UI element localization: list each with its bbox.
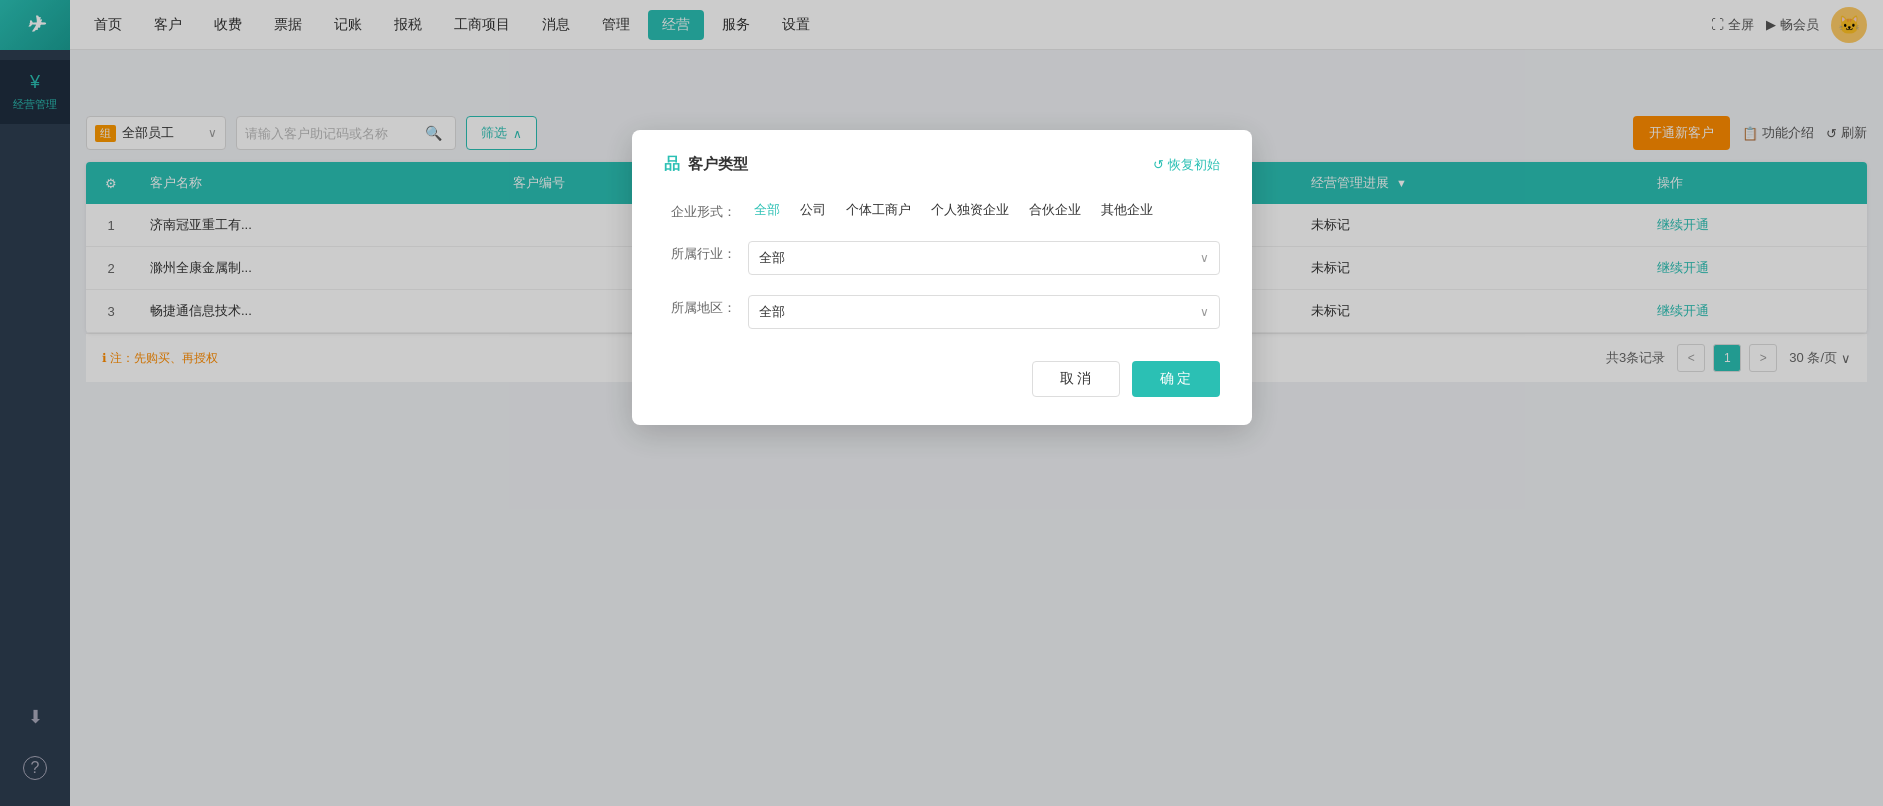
modal-overlay: 品 客户类型 ↺ 恢复初始 企业形式： 全部 公司 个体工商户 个人独资企业 合… (0, 0, 1883, 806)
enterprise-form-row: 企业形式： 全部 公司 个体工商户 个人独资企业 合伙企业 其他企业 (664, 199, 1220, 221)
enterprise-option-partnership[interactable]: 合伙企业 (1023, 199, 1087, 221)
enterprise-option-other[interactable]: 其他企业 (1095, 199, 1159, 221)
modal-footer: 取 消 确 定 (664, 361, 1220, 397)
filter-modal: 品 客户类型 ↺ 恢复初始 企业形式： 全部 公司 个体工商户 个人独资企业 合… (632, 130, 1252, 425)
region-value: 全部 (759, 303, 785, 321)
enterprise-option-individual[interactable]: 个体工商户 (840, 199, 917, 221)
modal-title-icon: 品 (664, 154, 680, 175)
enterprise-option-company[interactable]: 公司 (794, 199, 832, 221)
industry-select[interactable]: 全部 ∨ (748, 241, 1220, 275)
region-select-arrow-icon: ∨ (1200, 305, 1209, 319)
industry-label: 所属行业： (664, 241, 736, 263)
enterprise-option-all[interactable]: 全部 (748, 199, 786, 221)
confirm-button[interactable]: 确 定 (1132, 361, 1220, 397)
enterprise-option-sole[interactable]: 个人独资企业 (925, 199, 1015, 221)
region-select[interactable]: 全部 ∨ (748, 295, 1220, 329)
reset-icon: ↺ (1153, 157, 1164, 172)
industry-select-arrow-icon: ∨ (1200, 251, 1209, 265)
reset-label: 恢复初始 (1168, 156, 1220, 174)
region-row: 所属地区： 全部 ∨ (664, 295, 1220, 329)
industry-value: 全部 (759, 249, 785, 267)
cancel-button[interactable]: 取 消 (1032, 361, 1120, 397)
enterprise-options: 全部 公司 个体工商户 个人独资企业 合伙企业 其他企业 (748, 199, 1220, 221)
modal-title: 品 客户类型 (664, 154, 748, 175)
enterprise-form-label: 企业形式： (664, 199, 736, 221)
region-label: 所属地区： (664, 295, 736, 317)
modal-reset-button[interactable]: ↺ 恢复初始 (1153, 156, 1220, 174)
modal-title-text: 客户类型 (688, 155, 748, 174)
modal-header: 品 客户类型 ↺ 恢复初始 (664, 154, 1220, 175)
industry-row: 所属行业： 全部 ∨ (664, 241, 1220, 275)
